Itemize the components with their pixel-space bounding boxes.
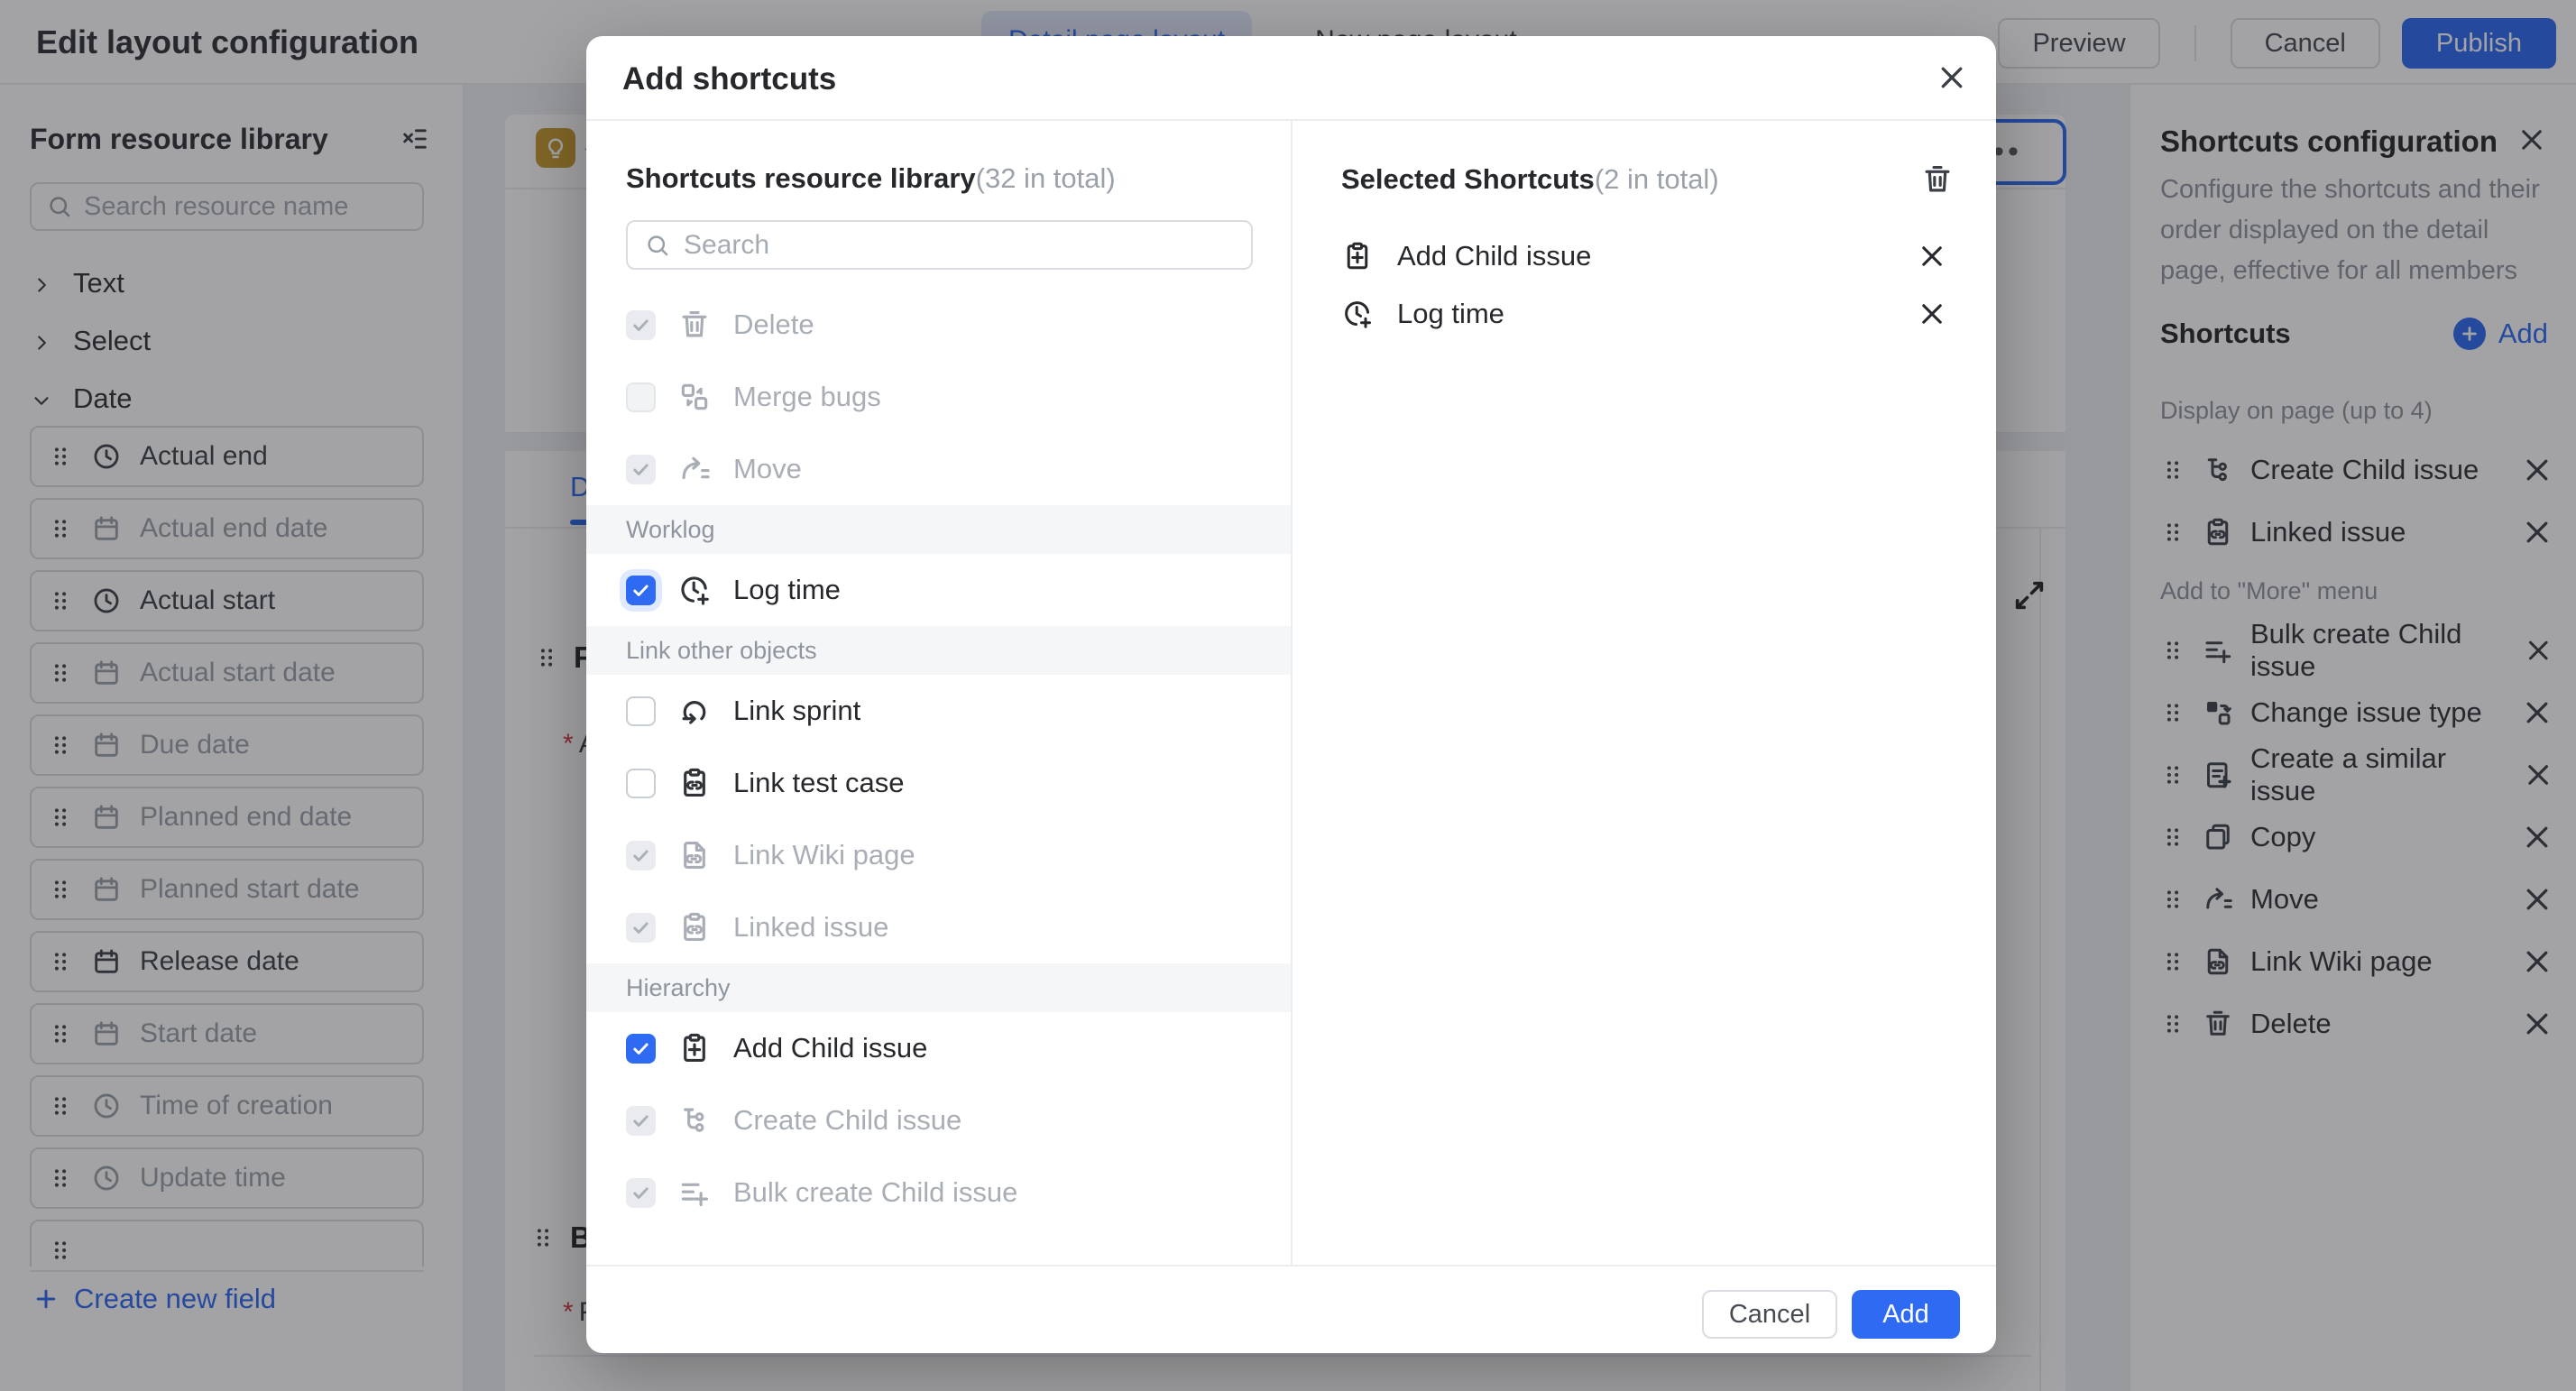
checkbox xyxy=(626,1177,656,1208)
shortcut-library-item: Delete xyxy=(586,289,1291,361)
shortcut-section-label: Link other objects xyxy=(586,626,1291,675)
selected-shortcut-label: Add Child issue xyxy=(1397,240,1592,272)
clipboard-link-icon xyxy=(677,910,712,944)
shortcut-search-input[interactable]: Search xyxy=(626,220,1253,270)
page-link-icon xyxy=(677,838,712,872)
clock-plus-icon xyxy=(677,573,712,607)
shortcut-label: Merge bugs xyxy=(733,381,881,412)
modal-add-button[interactable]: Add xyxy=(1852,1290,1960,1339)
tree-icon xyxy=(677,1103,712,1138)
shortcut-label: Link test case xyxy=(733,767,905,798)
shortcut-library-item: Move xyxy=(586,433,1291,505)
shortcut-library-item: Linked issue xyxy=(586,891,1291,963)
add-shortcuts-modal: Add shortcuts Shortcuts resource library… xyxy=(586,36,1996,1353)
shortcuts-library-list: Delete Merge bugs Move Worklog Log time Link … xyxy=(586,289,1291,1229)
shortcuts-library-column: Shortcuts resource library(32 in total) … xyxy=(586,121,1293,1265)
merge-icon xyxy=(677,380,712,414)
modal-cancel-button[interactable]: Cancel xyxy=(1702,1290,1837,1339)
shortcut-library-item: Bulk create Child issue xyxy=(586,1156,1291,1229)
sprint-icon xyxy=(677,694,712,728)
search-icon xyxy=(648,235,668,255)
remove-icon[interactable] xyxy=(1917,241,1947,272)
checkbox[interactable] xyxy=(626,1033,656,1064)
selected-shortcut-row: Log time xyxy=(1294,285,1996,343)
selected-shortcut-row: Add Child issue xyxy=(1294,227,1996,285)
shortcut-library-item[interactable]: Link test case xyxy=(586,747,1291,819)
shortcut-section-label: Hierarchy xyxy=(586,963,1291,1012)
edit-layout-configuration-page: Edit layout configuration Detail page la… xyxy=(0,0,2576,1391)
modal-body: Shortcuts resource library(32 in total) … xyxy=(586,121,1996,1265)
checkbox[interactable] xyxy=(626,696,656,726)
checkbox xyxy=(626,912,656,943)
shortcut-label: Link Wiki page xyxy=(733,839,915,871)
shortcut-section-label: Worklog xyxy=(586,505,1291,554)
checkbox[interactable] xyxy=(626,768,656,798)
checkbox xyxy=(626,454,656,484)
shortcut-label: Linked issue xyxy=(733,911,889,943)
modal-title: Add shortcuts xyxy=(622,61,837,97)
clipboard-plus-icon xyxy=(677,1031,712,1065)
shortcut-label: Delete xyxy=(733,309,814,340)
modal-header: Add shortcuts xyxy=(586,36,1996,121)
modal-footer: Cancel Add xyxy=(586,1265,1996,1353)
shortcut-search-placeholder: Search xyxy=(684,229,770,260)
shortcut-library-item: Merge bugs xyxy=(586,361,1291,433)
clipboard-plus-icon xyxy=(1341,240,1374,272)
shortcut-label: Log time xyxy=(733,574,841,605)
shortcut-label: Bulk create Child issue xyxy=(733,1176,1018,1208)
move-icon xyxy=(677,452,712,486)
shortcut-library-item: Create Child issue xyxy=(586,1084,1291,1156)
selected-shortcuts-list: Add Child issue Log time xyxy=(1294,227,1996,343)
shortcut-library-item[interactable]: Add Child issue xyxy=(586,1012,1291,1084)
clock-plus-icon xyxy=(1341,298,1374,330)
trash-icon xyxy=(677,308,712,342)
selected-heading: Selected Shortcuts xyxy=(1341,163,1595,195)
selected-shortcut-label: Log time xyxy=(1397,298,1504,329)
shortcut-library-item: Link Wiki page xyxy=(586,819,1291,891)
shortcut-label: Link sprint xyxy=(733,695,861,726)
shortcut-label: Add Child issue xyxy=(733,1032,928,1064)
remove-icon[interactable] xyxy=(1917,299,1947,329)
checkbox[interactable] xyxy=(626,575,656,605)
shortcut-library-item[interactable]: Link sprint xyxy=(586,675,1291,747)
checkbox xyxy=(626,1105,656,1136)
clear-all-trash-icon[interactable] xyxy=(1920,162,1955,197)
library-heading: Shortcuts resource library(32 in total) xyxy=(626,162,1116,194)
checkbox xyxy=(626,840,656,871)
checkbox xyxy=(626,309,656,340)
clipboard-link-icon xyxy=(677,766,712,800)
selected-shortcuts-column: Selected Shortcuts (2 in total) Add Chil… xyxy=(1294,121,1996,1265)
close-icon[interactable] xyxy=(1936,61,1968,98)
checkbox xyxy=(626,382,656,412)
bulk-icon xyxy=(677,1175,712,1210)
shortcut-library-item[interactable]: Log time xyxy=(586,554,1291,626)
shortcut-label: Move xyxy=(733,453,802,484)
shortcut-label: Create Child issue xyxy=(733,1104,962,1136)
